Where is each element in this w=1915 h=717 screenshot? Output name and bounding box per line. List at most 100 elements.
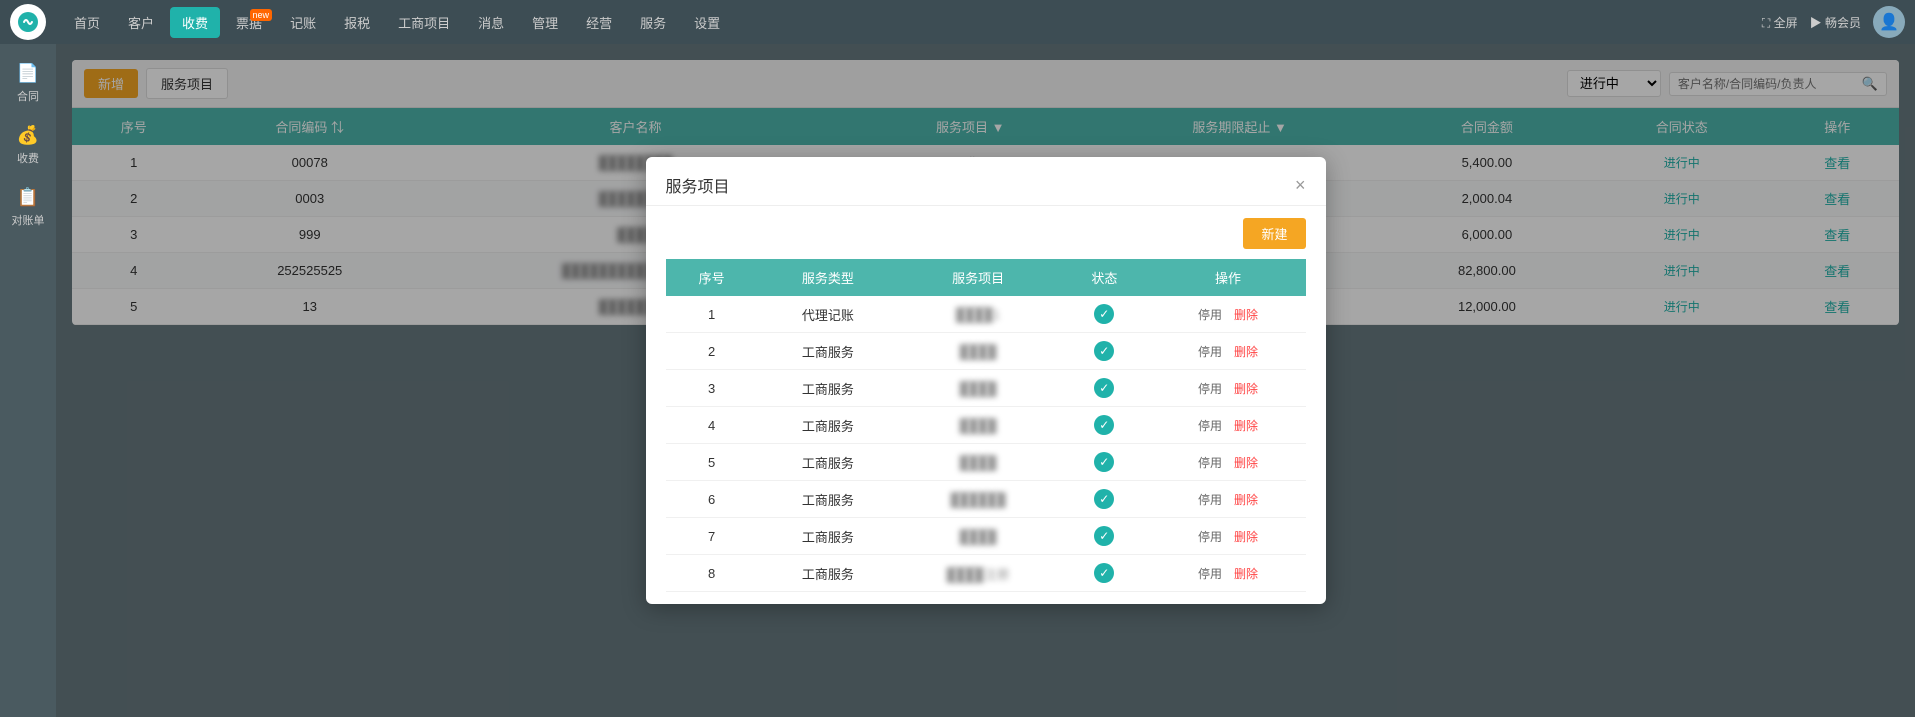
modal-cell-item: ████注册 (898, 555, 1058, 592)
modal-cell-status: ✓ (1058, 407, 1150, 444)
modal-overlay[interactable]: 服务项目 × 新建 序号 服务类型 服务项目 状态 (56, 44, 1915, 717)
modal-title: 服务项目 (666, 173, 730, 197)
modal-cell-action: 停用 删除 (1150, 296, 1305, 333)
sidebar-item-label-contract: 合同 (17, 88, 39, 104)
main-content: 新增 服务项目 进行中 已完成 已终止 🔍 (56, 44, 1915, 717)
modal-cell-type: 工商服务 (758, 370, 898, 407)
badge-new: new (250, 9, 273, 21)
reconcile-icon: 📋 (17, 186, 39, 208)
modal-cell-status: ✓ (1058, 370, 1150, 407)
list-item: 4 工商服务 ████ ✓ 停用 删除 (666, 407, 1306, 444)
delete-button[interactable]: 删除 (1234, 343, 1258, 360)
top-nav: 首页 客户 收费 票据 new 记账 报税 工商项目 消息 管理 经营 服务 设… (0, 0, 1915, 44)
modal-cell-seq: 7 (666, 518, 758, 555)
avatar[interactable]: 👤 (1873, 6, 1905, 38)
status-check-icon: ✓ (1094, 378, 1114, 398)
modal-cell-action: 停用 删除 (1150, 555, 1305, 592)
modal-cell-seq: 4 (666, 407, 758, 444)
modal-cell-type: 工商服务 (758, 407, 898, 444)
sidebar-item-contract[interactable]: 📄 合同 (3, 54, 53, 112)
modal-toolbar: 新建 (666, 218, 1306, 249)
delete-button[interactable]: 删除 (1234, 417, 1258, 434)
modal-cell-status: ✓ (1058, 444, 1150, 481)
charge-icon: 💰 (17, 124, 39, 146)
modal-cell-item: ████ (898, 444, 1058, 481)
modal-close-button[interactable]: × (1295, 176, 1306, 194)
nav-item-charge[interactable]: 收费 (170, 7, 220, 38)
fullscreen-icon[interactable]: ⛶ 全屏 (1762, 14, 1798, 31)
modal-cell-action: 停用 删除 (1150, 407, 1305, 444)
sidebar-item-charge[interactable]: 💰 收费 (3, 116, 53, 174)
nav-item-message[interactable]: 消息 (466, 7, 516, 38)
modal-th-item: 服务项目 (898, 259, 1058, 296)
status-check-icon: ✓ (1094, 526, 1114, 546)
status-check-icon: ✓ (1094, 452, 1114, 472)
modal-cell-status: ✓ (1058, 481, 1150, 518)
modal-cell-action: 停用 删除 (1150, 481, 1305, 518)
nav-item-customer[interactable]: 客户 (116, 7, 166, 38)
modal-cell-item: ██████ (898, 481, 1058, 518)
delete-button[interactable]: 删除 (1234, 380, 1258, 397)
sidebar-item-reconcile[interactable]: 📋 对账单 (3, 178, 53, 236)
modal-header: 服务项目 × (646, 157, 1326, 206)
modal-cell-seq: 2 (666, 333, 758, 370)
modal-cell-action: 停用 删除 (1150, 518, 1305, 555)
nav-item-bookkeep[interactable]: 记账 (278, 7, 328, 38)
modal-cell-status: ✓ (1058, 296, 1150, 333)
modal-cell-seq: 6 (666, 481, 758, 518)
modal-th-type: 服务类型 (758, 259, 898, 296)
modal-body: 新建 序号 服务类型 服务项目 状态 操作 (646, 206, 1326, 604)
modal-cell-item: ████ (898, 370, 1058, 407)
member-icon[interactable]: ▶ 畅会员 (1810, 14, 1861, 31)
modal-th-status: 状态 (1058, 259, 1150, 296)
modal-cell-status: ✓ (1058, 518, 1150, 555)
modal-cell-item: ████ (898, 518, 1058, 555)
status-check-icon: ✓ (1094, 563, 1114, 583)
sidebar: 📄 合同 💰 收费 📋 对账单 (0, 44, 56, 717)
modal-cell-item: ████ (898, 407, 1058, 444)
status-check-icon: ✓ (1094, 415, 1114, 435)
stop-button[interactable]: 停用 (1198, 491, 1222, 508)
list-item: 7 工商服务 ████ ✓ 停用 删除 (666, 518, 1306, 555)
nav-item-service[interactable]: 服务 (628, 7, 678, 38)
modal-cell-type: 工商服务 (758, 481, 898, 518)
status-check-icon: ✓ (1094, 304, 1114, 324)
modal-cell-type: 工商服务 (758, 333, 898, 370)
delete-button[interactable]: 删除 (1234, 491, 1258, 508)
stop-button[interactable]: 停用 (1198, 380, 1222, 397)
delete-button[interactable]: 删除 (1234, 565, 1258, 582)
stop-button[interactable]: 停用 (1198, 565, 1222, 582)
modal-cell-action: 停用 删除 (1150, 370, 1305, 407)
nav-item-home[interactable]: 首页 (62, 7, 112, 38)
nav-item-tax[interactable]: 报税 (332, 7, 382, 38)
delete-button[interactable]: 删除 (1234, 306, 1258, 323)
nav-items: 首页 客户 收费 票据 new 记账 报税 工商项目 消息 管理 经营 服务 设… (62, 7, 1762, 38)
modal-table: 序号 服务类型 服务项目 状态 操作 1 代理记账 ████1 ✓ (666, 259, 1306, 592)
modal-th-action: 操作 (1150, 259, 1305, 296)
modal-cell-seq: 8 (666, 555, 758, 592)
list-item: 1 代理记账 ████1 ✓ 停用 删除 (666, 296, 1306, 333)
nav-item-commerce[interactable]: 工商项目 (386, 7, 462, 38)
modal-th-seq: 序号 (666, 259, 758, 296)
modal-new-button[interactable]: 新建 (1243, 218, 1305, 249)
top-nav-right: ⛶ 全屏 ▶ 畅会员 👤 (1762, 6, 1905, 38)
modal-cell-status: ✓ (1058, 333, 1150, 370)
status-check-icon: ✓ (1094, 341, 1114, 361)
stop-button[interactable]: 停用 (1198, 343, 1222, 360)
delete-button[interactable]: 删除 (1234, 528, 1258, 545)
list-item: 6 工商服务 ██████ ✓ 停用 删除 (666, 481, 1306, 518)
stop-button[interactable]: 停用 (1198, 454, 1222, 471)
modal-cell-type: 工商服务 (758, 555, 898, 592)
delete-button[interactable]: 删除 (1234, 454, 1258, 471)
modal-cell-seq: 3 (666, 370, 758, 407)
nav-item-operation[interactable]: 经营 (574, 7, 624, 38)
nav-item-settings[interactable]: 设置 (682, 7, 732, 38)
nav-item-ticket[interactable]: 票据 new (224, 7, 274, 38)
sidebar-item-label-reconcile: 对账单 (12, 212, 45, 228)
modal-cell-seq: 5 (666, 444, 758, 481)
nav-item-manage[interactable]: 管理 (520, 7, 570, 38)
modal-cell-seq: 1 (666, 296, 758, 333)
stop-button[interactable]: 停用 (1198, 417, 1222, 434)
stop-button[interactable]: 停用 (1198, 528, 1222, 545)
stop-button[interactable]: 停用 (1198, 306, 1222, 323)
